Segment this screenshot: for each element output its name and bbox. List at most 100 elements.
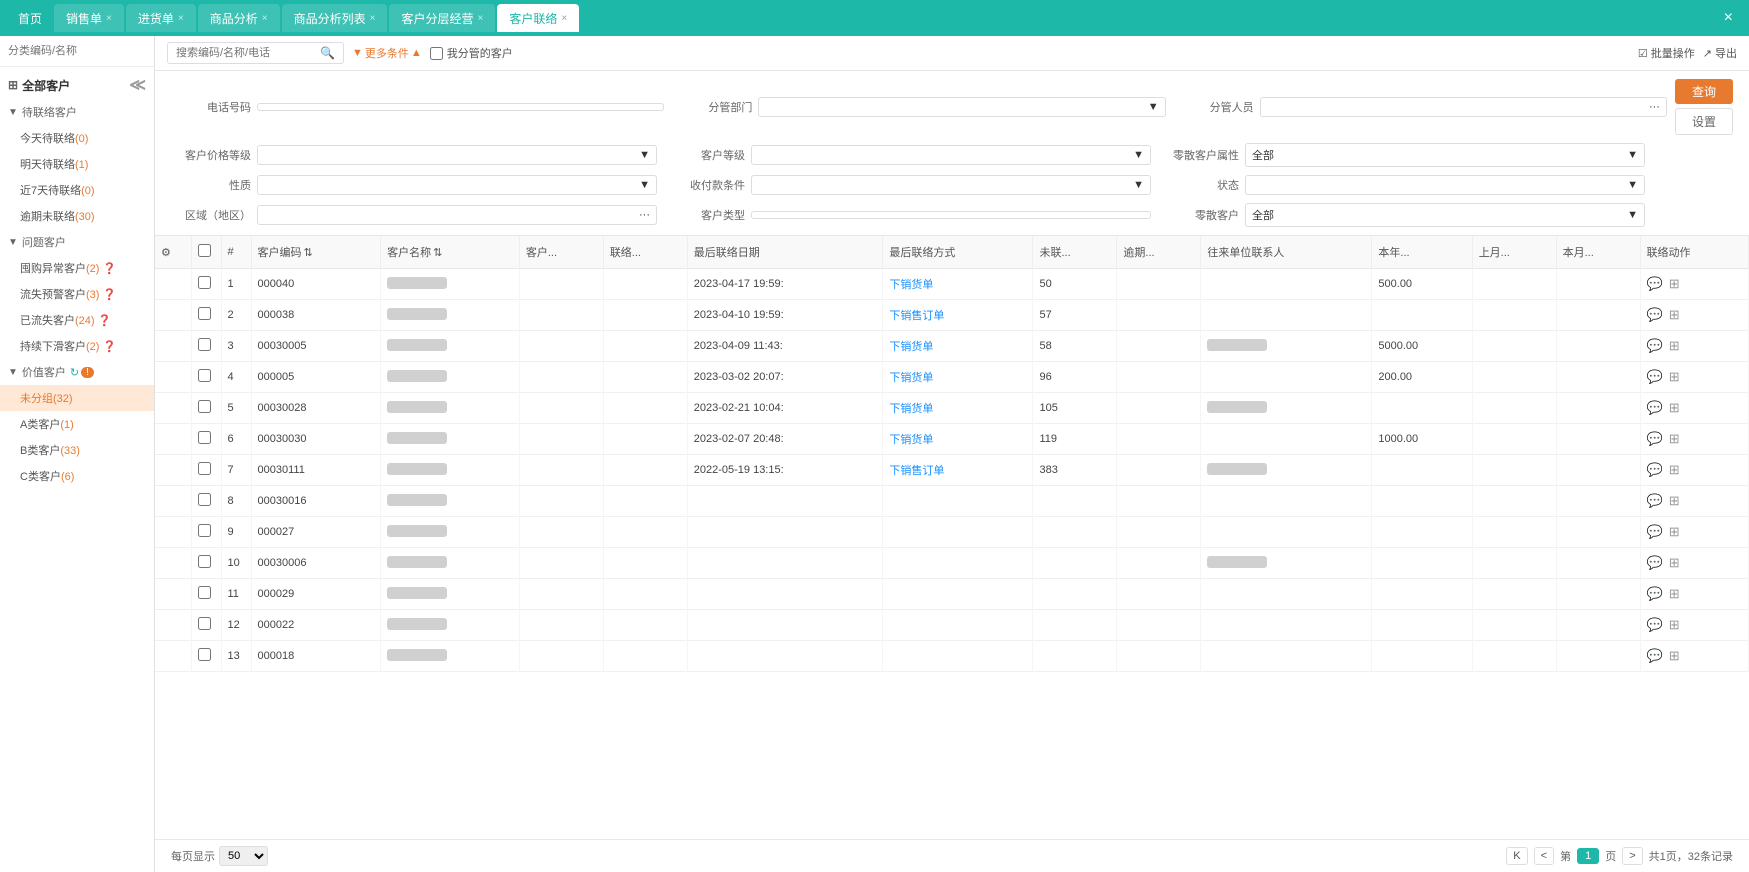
row-last-type-2[interactable]: 下销货单 bbox=[883, 331, 1033, 362]
row-checkbox-12[interactable] bbox=[191, 641, 221, 672]
chat-icon-11[interactable]: 💬 bbox=[1647, 617, 1663, 633]
grid-action-icon-11[interactable]: ⊞ bbox=[1669, 617, 1680, 633]
customer-type-input[interactable] bbox=[751, 211, 1151, 219]
grid-action-icon-1[interactable]: ⊞ bbox=[1669, 307, 1680, 323]
row-checkbox-9[interactable] bbox=[191, 548, 221, 579]
contact-type-link-0[interactable]: 下销货单 bbox=[889, 279, 933, 291]
close-icon-product-analysis[interactable]: × bbox=[262, 13, 268, 24]
per-page-selector[interactable]: 每页显示 50 20 100 bbox=[171, 846, 268, 866]
grid-action-icon-5[interactable]: ⊞ bbox=[1669, 431, 1680, 447]
th-checkbox[interactable] bbox=[191, 236, 221, 269]
close-icon-customer-contact[interactable]: × bbox=[561, 13, 567, 24]
th-this-year[interactable]: 本年... bbox=[1372, 236, 1472, 269]
next-page-btn[interactable]: > bbox=[1622, 847, 1642, 865]
row-check-1[interactable] bbox=[198, 307, 211, 320]
collapse-icon[interactable]: ≪ bbox=[129, 75, 146, 95]
row-last-type-4[interactable]: 下销货单 bbox=[883, 393, 1033, 424]
chat-icon-10[interactable]: 💬 bbox=[1647, 586, 1663, 602]
th-customer-name[interactable]: 客户名称⇅ bbox=[381, 236, 520, 269]
retail-attr-select[interactable]: 全部 ▼ bbox=[1245, 143, 1645, 167]
th-last-month[interactable]: 上月... bbox=[1472, 236, 1556, 269]
grid-action-icon-12[interactable]: ⊞ bbox=[1669, 648, 1680, 664]
row-check-0[interactable] bbox=[198, 276, 211, 289]
chat-icon-2[interactable]: 💬 bbox=[1647, 338, 1663, 354]
chat-icon-3[interactable]: 💬 bbox=[1647, 369, 1663, 385]
sidebar-item-churn-warning[interactable]: 流失预警客户(3) ❓ bbox=[0, 281, 154, 307]
sidebar-item-abnormal[interactable]: 囤购异常客户(2) ❓ bbox=[0, 255, 154, 281]
tab-product-analysis-list[interactable]: 商品分析列表 × bbox=[282, 4, 388, 32]
th-customer-level[interactable]: 客户... bbox=[519, 236, 603, 269]
row-checkbox-4[interactable] bbox=[191, 393, 221, 424]
search-input[interactable] bbox=[176, 47, 316, 59]
grid-action-icon-6[interactable]: ⊞ bbox=[1669, 462, 1680, 478]
search-icon[interactable]: 🔍 bbox=[320, 46, 335, 60]
window-close-button[interactable]: × bbox=[1716, 9, 1741, 27]
row-check-8[interactable] bbox=[198, 524, 211, 537]
dept-select[interactable]: ▼ bbox=[758, 97, 1165, 117]
th-last-contact-type[interactable]: 最后联络方式 bbox=[883, 236, 1033, 269]
chat-icon-7[interactable]: 💬 bbox=[1647, 493, 1663, 509]
contact-type-link-6[interactable]: 下销售订单 bbox=[889, 465, 944, 477]
th-this-month[interactable]: 本月... bbox=[1556, 236, 1640, 269]
tab-customer-segment[interactable]: 客户分层经营 × bbox=[389, 4, 495, 32]
row-last-type-5[interactable]: 下销货单 bbox=[883, 424, 1033, 455]
sidebar-item-today-contact[interactable]: 今天待联络(0) bbox=[0, 125, 154, 151]
group-value-customers[interactable]: ▼ 价值客户 ↻ ! bbox=[0, 359, 154, 385]
grid-action-icon-2[interactable]: ⊞ bbox=[1669, 338, 1680, 354]
row-check-11[interactable] bbox=[198, 617, 211, 630]
payment-select[interactable]: ▼ bbox=[751, 175, 1151, 195]
row-checkbox-8[interactable] bbox=[191, 517, 221, 548]
contact-type-link-4[interactable]: 下销货单 bbox=[889, 403, 933, 415]
close-icon-purchase[interactable]: × bbox=[178, 13, 184, 24]
chat-icon-1[interactable]: 💬 bbox=[1647, 307, 1663, 323]
tab-customer-contact[interactable]: 客户联络 × bbox=[497, 4, 579, 32]
tab-product-analysis[interactable]: 商品分析 × bbox=[198, 4, 280, 32]
sidebar-item-7day-contact[interactable]: 近7天待联络(0) bbox=[0, 177, 154, 203]
sidebar-item-overdue-contact[interactable]: 逾期未联络(30) bbox=[0, 203, 154, 229]
sidebar-search-box[interactable]: 🔍 bbox=[0, 36, 154, 67]
grid-action-icon-0[interactable]: ⊞ bbox=[1669, 276, 1680, 292]
phone-input[interactable] bbox=[257, 103, 664, 111]
home-tab[interactable]: 首页 bbox=[8, 10, 52, 27]
row-last-type-1[interactable]: 下销售订单 bbox=[883, 300, 1033, 331]
contact-type-link-3[interactable]: 下销货单 bbox=[889, 372, 933, 384]
row-checkbox-5[interactable] bbox=[191, 424, 221, 455]
sidebar-item-churned[interactable]: 已流失客户(24) ❓ bbox=[0, 307, 154, 333]
contact-type-link-5[interactable]: 下销货单 bbox=[889, 434, 933, 446]
tab-sales-order[interactable]: 销售单 × bbox=[54, 4, 124, 32]
sidebar-item-class-b[interactable]: B类客户(33) bbox=[0, 437, 154, 463]
chat-icon-5[interactable]: 💬 bbox=[1647, 431, 1663, 447]
settings-icon[interactable]: ⚙ bbox=[161, 247, 171, 259]
row-check-2[interactable] bbox=[198, 338, 211, 351]
refresh-icon[interactable]: ↻ bbox=[70, 366, 79, 379]
row-check-5[interactable] bbox=[198, 431, 211, 444]
manager-input[interactable]: ··· bbox=[1260, 97, 1667, 117]
row-check-7[interactable] bbox=[198, 493, 211, 506]
row-checkbox-6[interactable] bbox=[191, 455, 221, 486]
chat-icon-0[interactable]: 💬 bbox=[1647, 276, 1663, 292]
th-settings[interactable]: ⚙ bbox=[155, 236, 191, 269]
more-filters-btn[interactable]: ▼ 更多条件 ▲ bbox=[352, 45, 422, 61]
row-checkbox-3[interactable] bbox=[191, 362, 221, 393]
row-check-4[interactable] bbox=[198, 400, 211, 413]
grid-action-icon-8[interactable]: ⊞ bbox=[1669, 524, 1680, 540]
row-checkbox-11[interactable] bbox=[191, 610, 221, 641]
customer-level-select[interactable]: ▼ bbox=[751, 145, 1151, 165]
reset-button[interactable]: 设置 bbox=[1675, 108, 1733, 135]
select-all-checkbox[interactable] bbox=[198, 244, 211, 257]
sidebar-item-class-a[interactable]: A类客户(1) bbox=[0, 411, 154, 437]
all-customers-header[interactable]: ⊞ 全部客户 ≪ bbox=[0, 67, 154, 99]
th-customer-code[interactable]: 客户编码⇅ bbox=[251, 236, 381, 269]
row-last-type-6[interactable]: 下销售订单 bbox=[883, 455, 1033, 486]
sidebar-item-no-group[interactable]: 未分组(32) bbox=[0, 385, 154, 411]
per-page-select[interactable]: 50 20 100 bbox=[219, 846, 268, 866]
group-problem-customers[interactable]: ▼ 问题客户 bbox=[0, 229, 154, 255]
retail-customer-select[interactable]: 全部 ▼ bbox=[1245, 203, 1645, 227]
contact-type-link-2[interactable]: 下销货单 bbox=[889, 341, 933, 353]
row-check-12[interactable] bbox=[198, 648, 211, 661]
grid-action-icon-7[interactable]: ⊞ bbox=[1669, 493, 1680, 509]
row-check-6[interactable] bbox=[198, 462, 211, 475]
row-check-3[interactable] bbox=[198, 369, 211, 382]
row-checkbox-0[interactable] bbox=[191, 269, 221, 300]
grid-action-icon-9[interactable]: ⊞ bbox=[1669, 555, 1680, 571]
